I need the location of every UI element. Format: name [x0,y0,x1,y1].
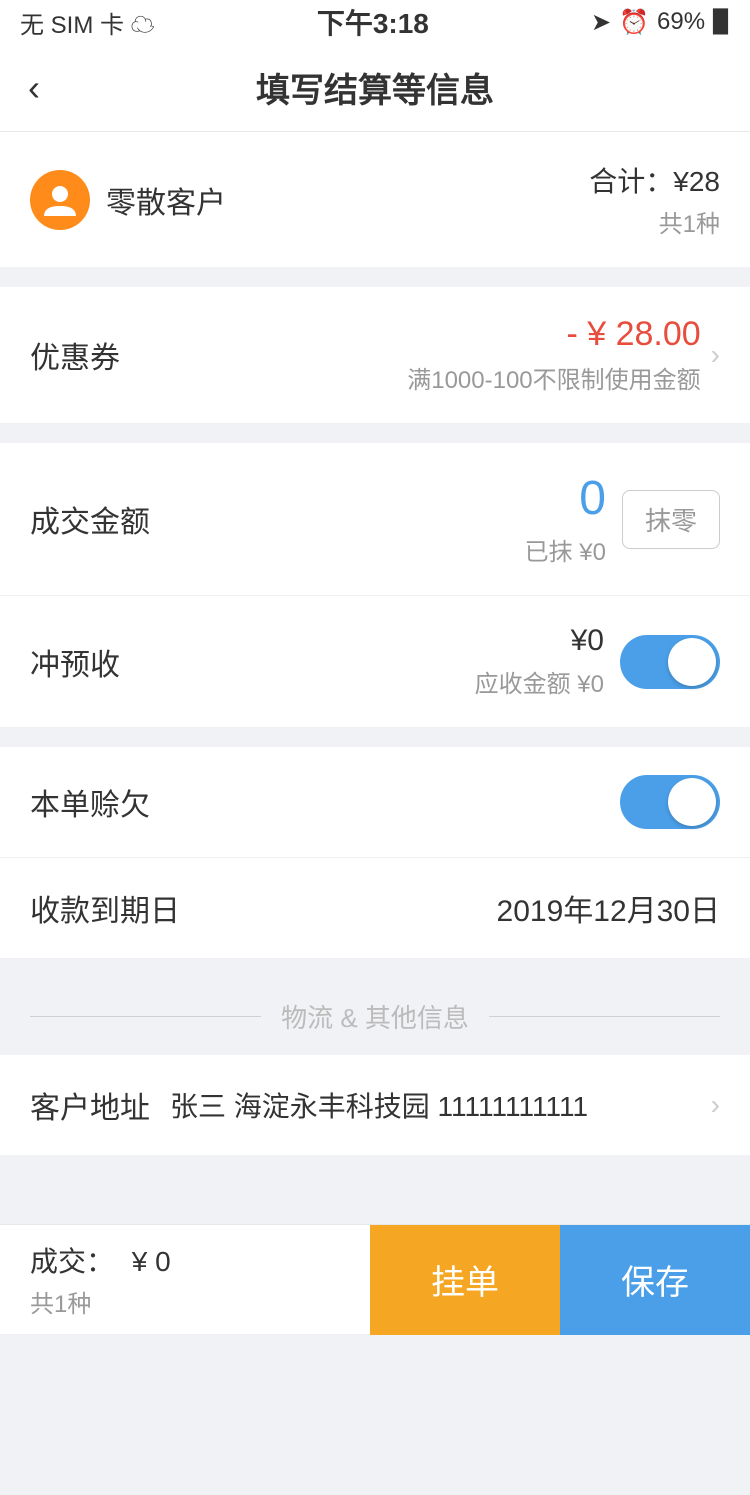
round-zero-button[interactable]: 抹零 [622,490,720,549]
battery-icon: ▉ [713,9,730,35]
deal-sub: 已抹 ¥0 [525,532,606,567]
coupon-right: - ¥ 28.00 满1000-100不限制使用金额 › [407,315,720,395]
location-icon: ➤ [591,8,611,37]
debt-label: 本单赊欠 [30,780,150,824]
customer-name: 零散客户 [106,178,226,222]
coupon-text: - ¥ 28.00 满1000-100不限制使用金额 [407,315,700,395]
prepayment-amount: ¥0 [571,624,604,658]
avatar [30,170,90,230]
prepayment-label: 冲预收 [30,640,120,684]
bottom-deal-value: ¥ 0 [132,1246,171,1277]
logistics-label-text: 物流 & 其他信息 [281,998,469,1035]
status-right: ➤ ⏰ 69% ▉ [591,8,730,37]
prepayment-right: ¥0 应收金额 ¥0 [475,624,720,699]
bottom-deal: 成交： ¥ 0 [30,1240,340,1280]
coupon-sub: 满1000-100不限制使用金额 [407,360,700,395]
debt-toggle[interactable] [620,775,720,829]
bottom-deal-label: 成交： [30,1246,114,1277]
save-button[interactable]: 保存 [560,1225,750,1335]
deal-values: 0 已抹 ¥0 [525,471,606,567]
deal-right: 0 已抹 ¥0 抹零 [525,471,720,567]
customer-info: 零散客户 [30,170,226,230]
customer-count: 共1种 [589,204,720,239]
chevron-icon: › [711,339,720,371]
address-row[interactable]: 客户地址 张三 海淀永丰科技园 11111111111 › [0,1055,750,1155]
status-time: 下午3:18 [317,2,429,42]
due-date-row: 收款到期日 2019年12月30日 [0,858,750,958]
deal-label: 成交金额 [30,497,150,541]
status-bar: 无 SIM 卡 ☁ 下午3:18 ➤ ⏰ 69% ▉ [0,0,750,44]
bottom-bar: 成交： ¥ 0 共1种 挂单 保存 [0,1224,750,1334]
alarm-icon: ⏰ [619,8,649,37]
nav-bar: ‹ 填写结算等信息 [0,44,750,132]
divider-line-left [30,1016,261,1017]
customer-total: 合计：¥28 [589,160,720,200]
prepayment-values: ¥0 应收金额 ¥0 [475,624,604,699]
debt-row: 本单赊欠 [0,747,750,858]
address-value: 张三 海淀永丰科技园 11111111111 [170,1085,701,1125]
debt-toggle-knob [668,778,716,826]
page-title: 填写结算等信息 [256,63,494,112]
deal-row: 成交金额 0 已抹 ¥0 抹零 [0,443,750,596]
prepayment-sub: 应收金额 ¥0 [475,664,604,699]
logistics-section-label: 物流 & 其他信息 [0,978,750,1055]
due-date-label: 收款到期日 [30,886,180,930]
coupon-label: 优惠券 [30,333,120,377]
address-label: 客户地址 [30,1083,150,1127]
hang-button[interactable]: 挂单 [370,1225,560,1335]
bottom-count: 共1种 [30,1284,340,1319]
coupon-discount: - ¥ 28.00 [407,315,700,354]
network-label: 无 SIM 卡 ☁ [20,5,155,40]
deal-section: 成交金额 0 已抹 ¥0 抹零 冲预收 ¥0 应收金额 ¥0 [0,443,750,727]
due-date-value: 2019年12月30日 [497,886,720,930]
customer-summary: 合计：¥28 共1种 [589,160,720,239]
coupon-section: 优惠券 - ¥ 28.00 满1000-100不限制使用金额 › [0,287,750,423]
back-button[interactable]: ‹ [28,67,40,109]
debt-section: 本单赊欠 收款到期日 2019年12月30日 [0,747,750,958]
deal-value: 0 [579,471,606,526]
bottom-info: 成交： ¥ 0 共1种 [0,1240,370,1319]
battery-label: 69% [657,8,705,36]
status-left: 无 SIM 卡 ☁ [20,5,155,40]
address-chevron-icon: › [711,1089,720,1121]
address-section: 客户地址 张三 海淀永丰科技园 11111111111 › [0,1055,750,1155]
customer-section: 零散客户 合计：¥28 共1种 [0,132,750,267]
coupon-row[interactable]: 优惠券 - ¥ 28.00 满1000-100不限制使用金额 › [0,287,750,423]
prepayment-toggle[interactable] [620,635,720,689]
debt-right [620,775,720,829]
prepayment-row: 冲预收 ¥0 应收金额 ¥0 [0,596,750,727]
toggle-knob [668,638,716,686]
divider-line-right [489,1016,720,1017]
